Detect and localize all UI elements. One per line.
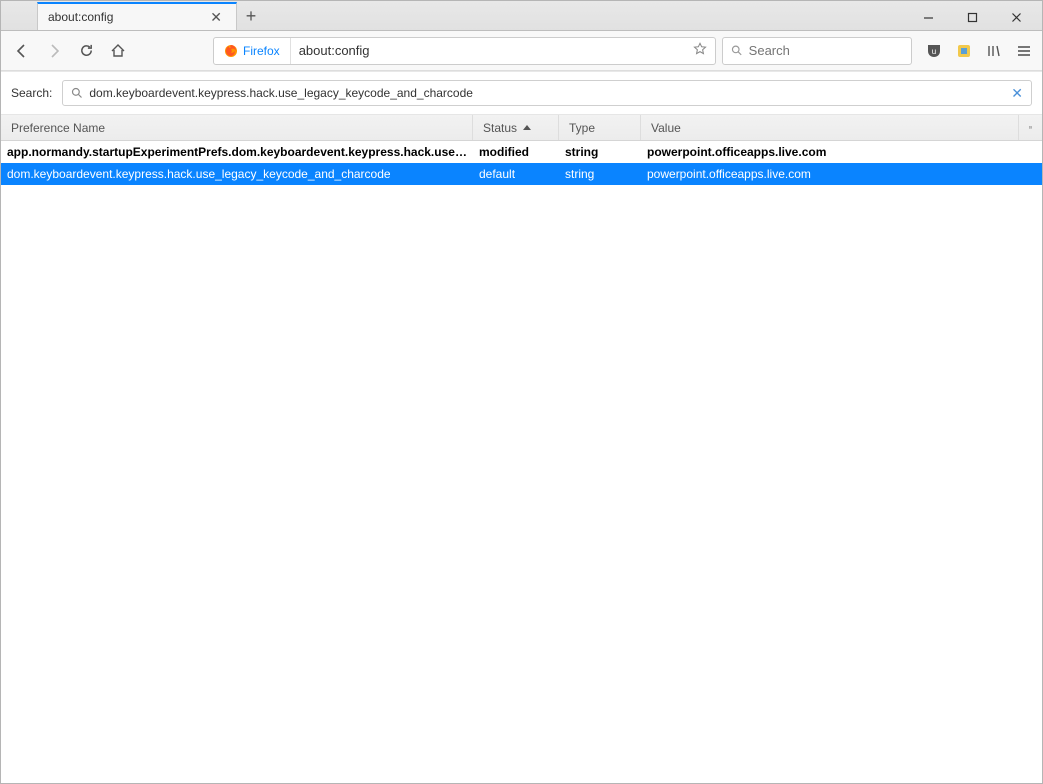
firefox-icon [224, 44, 238, 58]
pref-name: app.normandy.startupExperimentPrefs.dom.… [1, 145, 473, 159]
column-picker-icon[interactable] [1018, 115, 1042, 140]
url-bar[interactable]: Firefox [213, 37, 716, 65]
search-icon [731, 44, 743, 57]
library-icon[interactable] [984, 41, 1004, 61]
url-input[interactable] [291, 43, 685, 58]
search-bar[interactable] [722, 37, 912, 65]
clear-search-icon[interactable]: ✕ [1011, 85, 1023, 102]
back-button[interactable] [9, 38, 35, 64]
config-search-label: Search: [11, 86, 52, 100]
pref-value: powerpoint.officeapps.live.com [641, 145, 1042, 159]
config-table-header: Preference Name Status Type Value [1, 115, 1042, 141]
home-button[interactable] [105, 38, 131, 64]
tab-strip: about:config ✕ + [1, 1, 1042, 31]
pref-status: default [473, 167, 559, 181]
header-value[interactable]: Value [641, 115, 1018, 140]
menu-button[interactable] [1014, 41, 1034, 61]
pref-row[interactable]: app.normandy.startupExperimentPrefs.dom.… [1, 141, 1042, 163]
pref-type: string [559, 167, 641, 181]
toolbar-extensions: u [918, 41, 1034, 61]
config-search-input[interactable] [89, 86, 1005, 100]
close-window-button[interactable] [994, 4, 1038, 30]
ublock-icon[interactable]: u [924, 41, 944, 61]
minimize-button[interactable] [906, 4, 950, 30]
pref-status: modified [473, 145, 559, 159]
bookmark-star-icon[interactable] [685, 42, 715, 59]
config-rows: app.normandy.startupExperimentPrefs.dom.… [1, 141, 1042, 783]
pref-name: dom.keyboardevent.keypress.hack.use_lega… [1, 167, 473, 181]
header-preference-name[interactable]: Preference Name [1, 115, 473, 140]
pref-value: powerpoint.officeapps.live.com [641, 167, 1042, 181]
new-tab-button[interactable]: + [237, 2, 265, 30]
svg-text:u: u [932, 47, 936, 56]
search-icon [71, 87, 83, 99]
tab-title: about:config [48, 10, 206, 24]
config-search-box[interactable]: ✕ [62, 80, 1032, 106]
window-controls [906, 2, 1042, 30]
browser-tab[interactable]: about:config ✕ [37, 2, 237, 30]
search-input[interactable] [749, 43, 903, 58]
header-status[interactable]: Status [473, 115, 559, 140]
pref-type: string [559, 145, 641, 159]
forward-button[interactable] [41, 38, 67, 64]
addon-icon[interactable] [954, 41, 974, 61]
identity-box[interactable]: Firefox [214, 38, 291, 64]
about-config-page: Search: ✕ Preference Name Status Type Va… [1, 71, 1042, 783]
nav-toolbar: Firefox u [1, 31, 1042, 71]
pref-row[interactable]: dom.keyboardevent.keypress.hack.use_lega… [1, 163, 1042, 185]
identity-label: Firefox [243, 44, 280, 58]
reload-button[interactable] [73, 38, 99, 64]
header-type[interactable]: Type [559, 115, 641, 140]
close-tab-icon[interactable]: ✕ [206, 9, 226, 26]
sort-ascending-icon [523, 125, 531, 130]
header-status-label: Status [483, 121, 517, 135]
maximize-button[interactable] [950, 4, 994, 30]
config-search-row: Search: ✕ [1, 72, 1042, 115]
